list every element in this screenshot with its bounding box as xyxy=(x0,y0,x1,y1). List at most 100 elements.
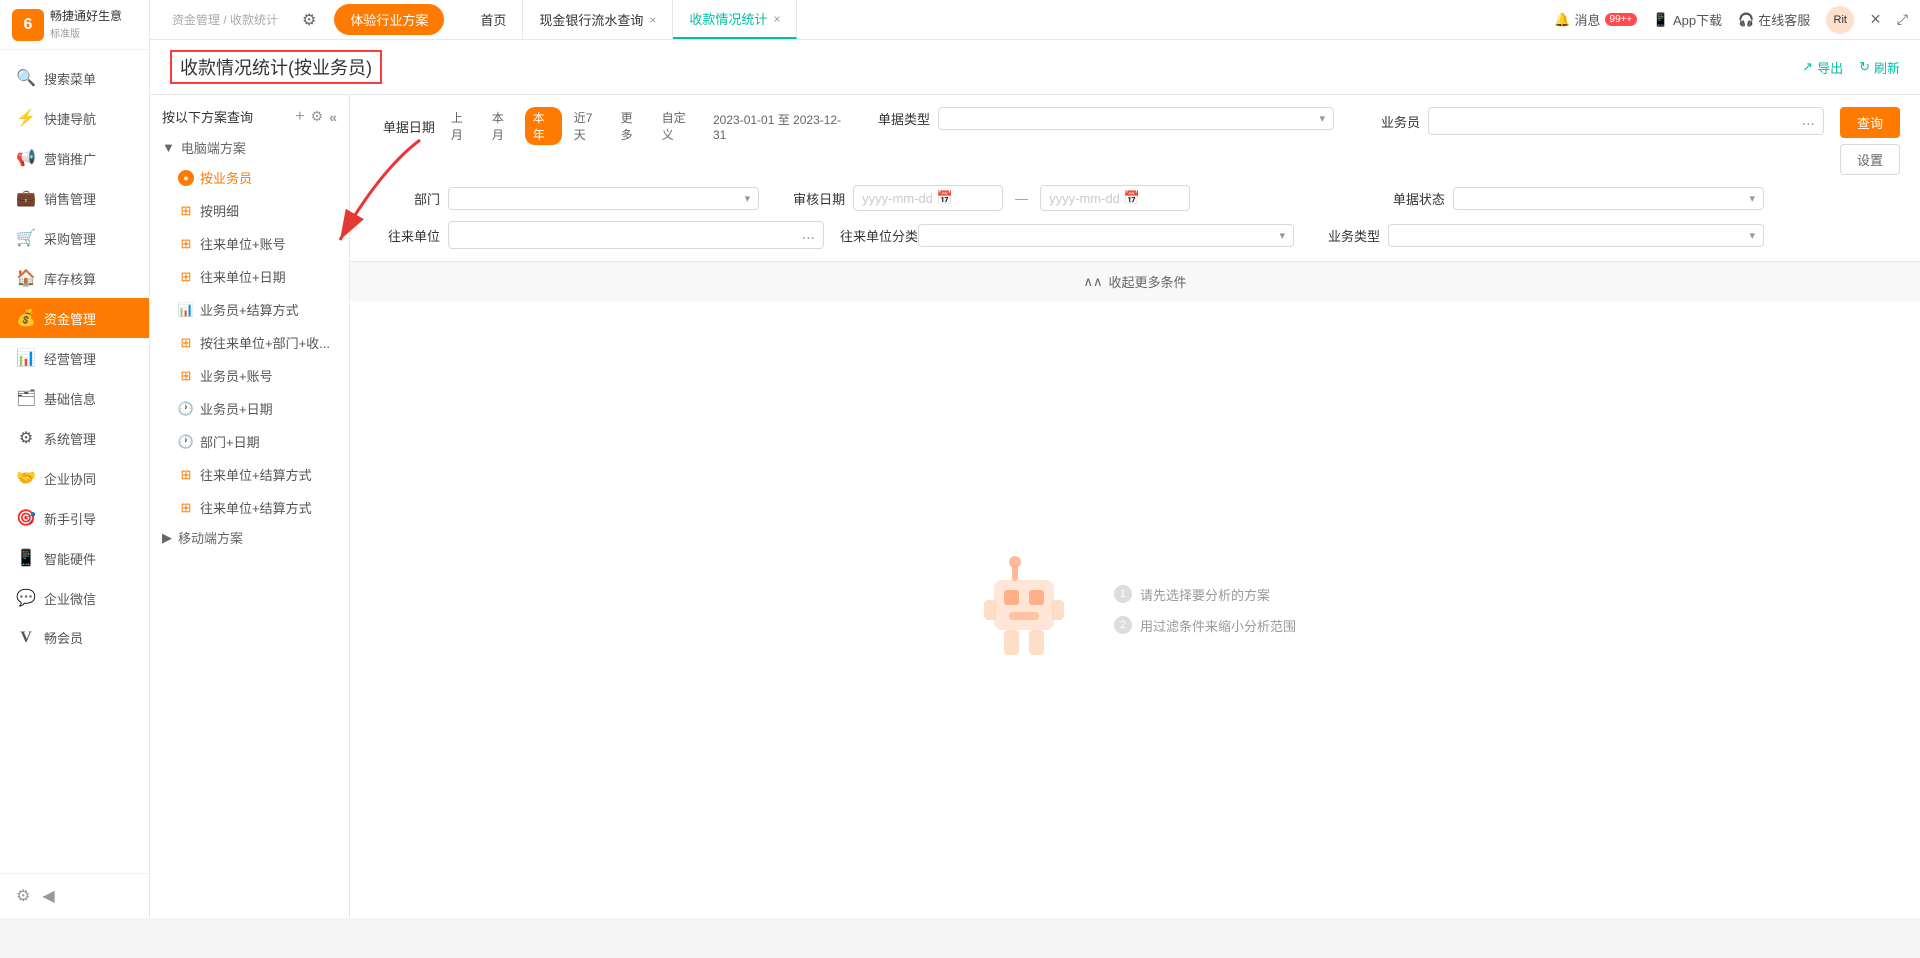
tab-bank-close[interactable]: × xyxy=(649,13,656,27)
app-name: 畅捷通好生意 xyxy=(50,9,122,25)
export-icon: ↗ xyxy=(1802,59,1813,75)
tab-home[interactable]: 首页 xyxy=(464,0,523,39)
sidebar-item-label: 企业协同 xyxy=(44,469,96,488)
right-panel: 单据日期 上月 本月 本年 近7天 更多 自定义 2023-01-01 至 20… xyxy=(350,95,1920,918)
window-close-icon[interactable]: × xyxy=(1870,9,1881,30)
collapse-chevron-icon: ∧∧ xyxy=(1083,274,1102,290)
mobile-group-title[interactable]: ▶ 移动端方案 xyxy=(150,524,349,551)
staff-select[interactable]: ... xyxy=(1428,107,1824,135)
date-tab-this-year[interactable]: 本年 xyxy=(525,107,562,145)
tab-settings-icon[interactable]: ⚙ xyxy=(302,10,316,30)
collapse-label: 收起更多条件 xyxy=(1109,272,1187,291)
staff-dots[interactable]: ... xyxy=(1802,112,1815,130)
partner-category-select[interactable]: ▾ xyxy=(918,224,1294,247)
scheme-item-dept-date[interactable]: 🕐 部门+日期 xyxy=(150,425,349,458)
logo-area: 6 畅捷通好生意 标准版 xyxy=(0,0,149,50)
scheme-collapse-icon[interactable]: « xyxy=(329,109,337,125)
scheme-item-by-staff[interactable]: ● 按业务员 xyxy=(150,161,349,194)
calendar-to-icon: 📅 xyxy=(1124,190,1140,206)
doc-status-select[interactable]: ▾ xyxy=(1453,187,1764,210)
dept-filter-label: 部门 xyxy=(370,189,440,208)
scheme-item-staff-account[interactable]: ⊞ 业务员+账号 xyxy=(150,359,349,392)
service-item[interactable]: 🎧 在线客服 xyxy=(1738,10,1810,29)
scheme-add-icon[interactable]: + xyxy=(295,108,304,126)
scheme-settings-icon[interactable]: ⚙ xyxy=(311,108,324,125)
partner-select[interactable]: ... xyxy=(448,221,824,249)
pc-group-title[interactable]: ▼ 电脑端方案 xyxy=(150,134,349,161)
scheme-item-partner-dept[interactable]: ⊞ 按往来单位+部门+收... xyxy=(150,326,349,359)
partner-calc2-icon: ⊞ xyxy=(178,500,194,516)
dept-date-icon: 🕐 xyxy=(178,434,194,450)
date-tab-last-month[interactable]: 上月 xyxy=(443,107,480,145)
scheme-item-staff-date[interactable]: 🕐 业务员+日期 xyxy=(150,392,349,425)
sidebar-item-sales[interactable]: 💼 销售管理 xyxy=(0,178,149,218)
scheme-item-by-detail[interactable]: ⊞ 按明细 xyxy=(150,194,349,227)
sidebar-item-search[interactable]: 🔍 搜索菜单 xyxy=(0,58,149,98)
empty-step-2: 2 用过滤条件来缩小分析范围 xyxy=(1114,616,1296,635)
nav-list: 🔍 搜索菜单 ⚡ 快捷导航 📢 营销推广 💼 销售管理 🛒 采购管理 🏠 库存核… xyxy=(0,50,149,873)
scheme-item-staff-calc[interactable]: 📊 业务员+结算方式 xyxy=(150,293,349,326)
filter-settings-button[interactable]: 设置 xyxy=(1840,144,1900,175)
main-area: 收款情况统计(按业务员) ↗ 导出 ↻ 刷新 按以下方案查询 + ⚙ « xyxy=(150,40,1920,918)
sidebar-item-guide[interactable]: 🎯 新手引导 xyxy=(0,498,149,538)
scheme-item-partner-calc[interactable]: ⊞ 往来单位+结算方式 xyxy=(150,458,349,491)
sidebar-item-finance[interactable]: 💰 资金管理 xyxy=(0,298,149,338)
date-tab-7days[interactable]: 近7天 xyxy=(566,107,609,145)
notification-item[interactable]: 🔔 消息 99++ xyxy=(1554,10,1636,29)
guide-icon: 🎯 xyxy=(16,508,36,528)
notification-label: 消息 xyxy=(1575,10,1601,29)
top-bar: 资金管理 / 收款统计 ⚙ 体验行业方案 首页 现金银行流水查询 × 收款情况统… xyxy=(150,0,1920,40)
scheme-item-partner-date[interactable]: ⊞ 往来单位+日期 xyxy=(150,260,349,293)
enterprise-icon: 🤝 xyxy=(16,468,36,488)
sidebar-item-marketing[interactable]: 📢 营销推广 xyxy=(0,138,149,178)
doc-type-select[interactable]: ▾ xyxy=(938,107,1334,130)
settings-bottom-icon[interactable]: ⚙ xyxy=(16,886,30,906)
tab-receipt[interactable]: 收款情况统计 × xyxy=(673,0,797,39)
mobile-group-label: 移动端方案 xyxy=(178,528,243,547)
date-tab-custom[interactable]: 自定义 xyxy=(654,107,701,145)
doc-type-chevron: ▾ xyxy=(1319,112,1325,125)
scheme-item-partner-account[interactable]: ⊞ 往来单位+账号 xyxy=(150,227,349,260)
sidebar-item-system[interactable]: ⚙ 系统管理 xyxy=(0,418,149,458)
doc-status-chevron: ▾ xyxy=(1749,192,1755,205)
sidebar-item-label: 快捷导航 xyxy=(44,109,96,128)
refresh-button[interactable]: ↻ 刷新 xyxy=(1859,58,1900,77)
notification-icon: 🔔 xyxy=(1554,12,1570,28)
sidebar-item-enterprise[interactable]: 🤝 企业协同 xyxy=(0,458,149,498)
dept-select[interactable]: ▾ xyxy=(448,187,759,210)
sales-icon: 💼 xyxy=(16,188,36,208)
inventory-icon: 🏠 xyxy=(16,268,36,288)
quicknav-icon: ⚡ xyxy=(16,108,36,128)
sidebar-item-vip[interactable]: V 畅会员 xyxy=(0,618,149,657)
system-icon: ⚙ xyxy=(16,428,36,448)
date-tab-this-month[interactable]: 本月 xyxy=(484,107,521,145)
partner-filter-label: 往来单位 xyxy=(370,226,440,245)
review-date-from[interactable]: yyyy-mm-dd 📅 xyxy=(853,185,1003,211)
tab-receipt-close[interactable]: × xyxy=(773,12,780,26)
sidebar-item-basic[interactable]: 🗂 基础信息 xyxy=(0,378,149,418)
tab-bank[interactable]: 现金银行流水查询 × xyxy=(523,0,673,39)
sidebar-item-smart[interactable]: 📱 智能硬件 xyxy=(0,538,149,578)
step1-label: 请先选择要分析的方案 xyxy=(1140,585,1270,604)
sidebar-item-quicknav[interactable]: ⚡ 快捷导航 xyxy=(0,98,149,138)
sidebar-item-label: 畅会员 xyxy=(44,628,83,647)
sidebar-item-operation[interactable]: 📊 经营管理 xyxy=(0,338,149,378)
user-avatar-item[interactable]: Rit xyxy=(1826,6,1854,34)
date-tab-more[interactable]: 更多 xyxy=(613,107,650,145)
sidebar-item-label: 采购管理 xyxy=(44,229,96,248)
collapse-bar[interactable]: ∧∧ 收起更多条件 xyxy=(350,262,1920,301)
sidebar-item-inventory[interactable]: 🏠 库存核算 xyxy=(0,258,149,298)
collapse-sidebar-icon[interactable]: ◀ xyxy=(42,886,54,906)
window-expand-icon[interactable]: ⤢ xyxy=(1897,11,1908,28)
sidebar-item-label: 销售管理 xyxy=(44,189,96,208)
review-date-to[interactable]: yyyy-mm-dd 📅 xyxy=(1040,185,1190,211)
scheme-item-partner-calc2[interactable]: ⊞ 往来单位+结算方式 xyxy=(150,491,349,524)
export-button[interactable]: ↗ 导出 xyxy=(1802,58,1843,77)
download-item[interactable]: 📱 App下载 xyxy=(1653,10,1722,29)
experience-button[interactable]: 体验行业方案 xyxy=(334,4,444,35)
business-type-select[interactable]: ▾ xyxy=(1388,224,1764,247)
partner-dots[interactable]: ... xyxy=(802,226,815,244)
query-button[interactable]: 查询 xyxy=(1840,107,1900,138)
sidebar-item-wechat[interactable]: 💬 企业微信 xyxy=(0,578,149,618)
sidebar-item-purchase[interactable]: 🛒 采购管理 xyxy=(0,218,149,258)
